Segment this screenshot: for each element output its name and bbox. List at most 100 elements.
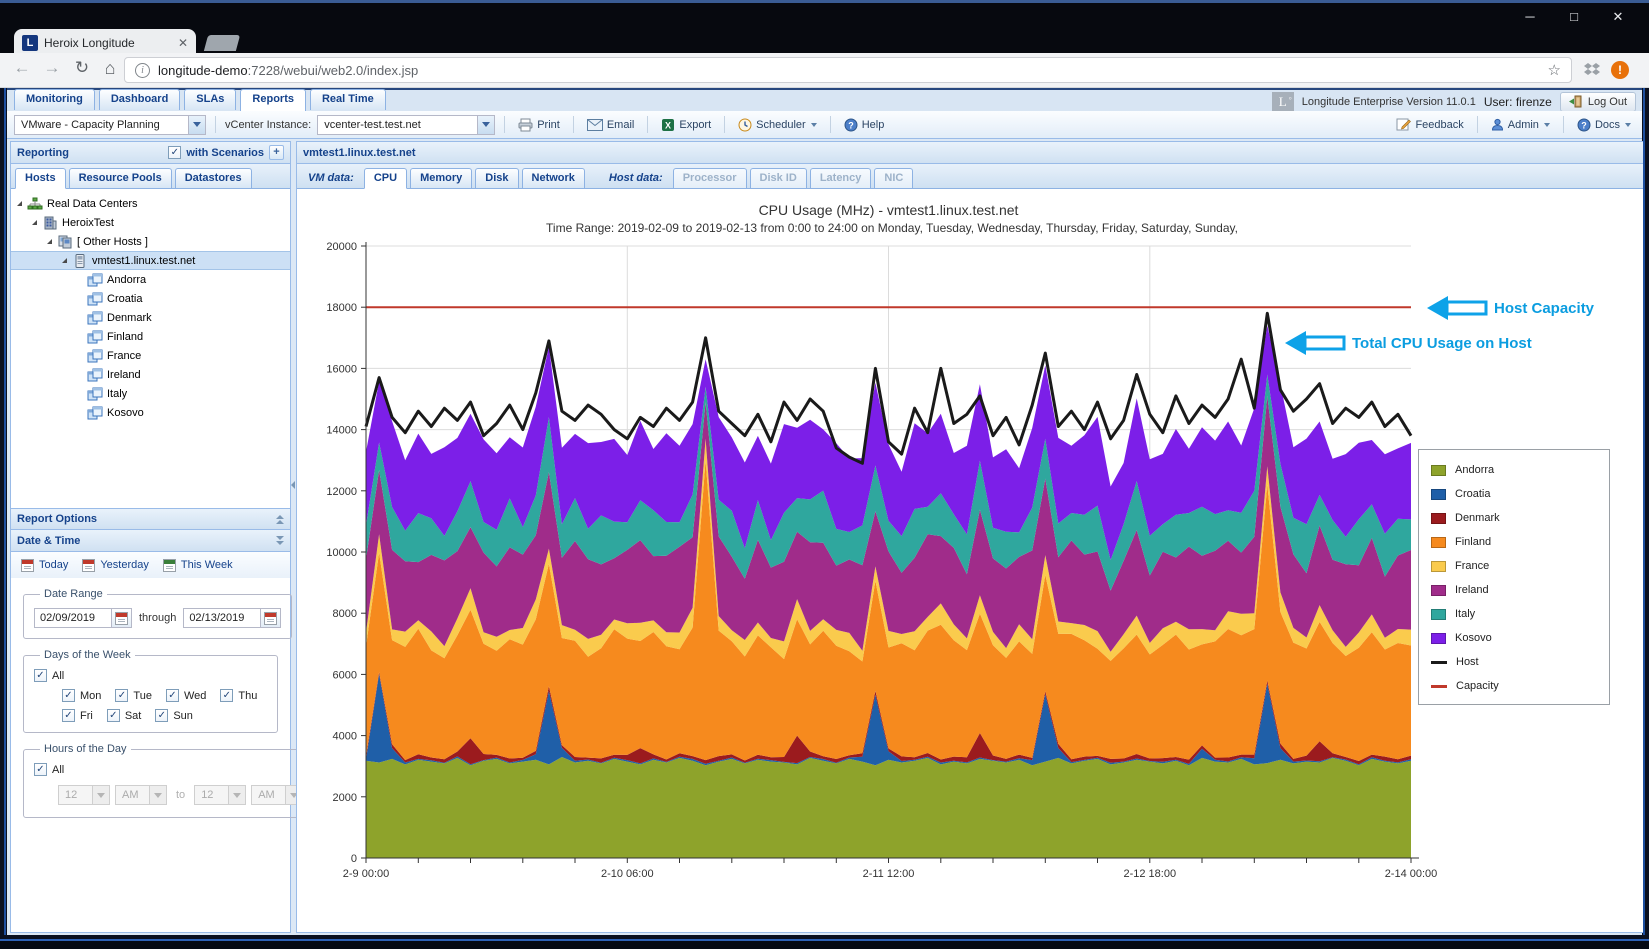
chart-subtitle: Time Range: 2019-02-09 to 2019-02-13 fro…: [317, 221, 1467, 235]
export-button[interactable]: X Export: [657, 116, 715, 134]
tree-node-heroixtest[interactable]: HeroixTest: [11, 213, 290, 232]
add-scenario-button[interactable]: +: [269, 145, 284, 160]
quick-button-yesterday[interactable]: Yesterday: [82, 559, 149, 572]
dropbox-extension-icon[interactable]: [1583, 61, 1601, 84]
date-from-input[interactable]: 02/09/2019: [34, 608, 112, 628]
extension-alert-icon[interactable]: !: [1611, 61, 1629, 79]
docs-button[interactable]: ? Docs: [1573, 116, 1635, 134]
report-options-header[interactable]: Report Options: [11, 508, 290, 530]
vm-icon: [87, 311, 103, 325]
day-sat-checkbox[interactable]: ✓: [107, 709, 120, 722]
with-scenarios-checkbox[interactable]: ✓: [168, 146, 181, 159]
vm-icon: [87, 349, 103, 363]
logout-button[interactable]: Log Out: [1560, 92, 1636, 112]
feedback-button[interactable]: Feedback: [1392, 116, 1467, 133]
day-thu-checkbox[interactable]: ✓: [220, 689, 233, 702]
vm-icon: [87, 368, 103, 382]
legend-item-italy: Italy: [1419, 602, 1609, 626]
close-icon[interactable]: ✕: [1611, 9, 1625, 25]
metric-tab-cpu[interactable]: CPU: [364, 168, 407, 189]
tree-expand-icon[interactable]: [17, 201, 22, 206]
vcenter-label: vCenter Instance:: [225, 119, 311, 131]
nav-tab-monitoring[interactable]: Monitoring: [14, 89, 95, 110]
legend-line-swatch: [1431, 685, 1447, 688]
day-wed-checkbox[interactable]: ✓: [166, 689, 179, 702]
day-label: Fri: [80, 710, 93, 722]
nav-tab-slas[interactable]: SLAs: [184, 89, 236, 110]
tree-node-ireland[interactable]: Ireland: [11, 365, 290, 384]
nav-tab-real-time[interactable]: Real Time: [310, 89, 386, 110]
home-icon[interactable]: ⌂: [98, 58, 122, 79]
url-field[interactable]: i longitude-demo:7228/webui/web2.0/index…: [124, 57, 1572, 83]
admin-button[interactable]: Admin: [1487, 116, 1554, 133]
chart-legend: AndorraCroatiaDenmarkFinlandFranceIrelan…: [1418, 449, 1610, 705]
email-button[interactable]: Email: [583, 117, 639, 133]
date-to-input[interactable]: 02/13/2019: [183, 608, 261, 628]
metric-tab-network[interactable]: Network: [522, 168, 585, 188]
refresh-icon[interactable]: ↻: [70, 58, 94, 78]
nav-tab-reports[interactable]: Reports: [240, 89, 306, 111]
excel-icon: X: [661, 118, 675, 132]
tree-node-italy[interactable]: Italy: [11, 384, 290, 403]
report-type-select[interactable]: VMware - Capacity Planning: [14, 115, 206, 135]
bookmark-star-icon[interactable]: ☆: [1548, 61, 1561, 79]
tree-spacer: [77, 334, 82, 339]
tree-node-real-data-centers[interactable]: Real Data Centers: [11, 194, 290, 213]
scheduler-button[interactable]: Scheduler: [734, 116, 821, 134]
quick-button-this-week[interactable]: This Week: [163, 559, 233, 572]
tree-node-france[interactable]: France: [11, 346, 290, 365]
tab-close-icon[interactable]: ✕: [178, 36, 188, 50]
day-mon-checkbox[interactable]: ✓: [62, 689, 75, 702]
legend-label: Finland: [1455, 536, 1491, 548]
vm-icon: [87, 387, 103, 401]
app-nav-bar: MonitoringDashboardSLAsReportsReal Time …: [7, 88, 1642, 111]
day-sun-checkbox[interactable]: ✓: [155, 709, 168, 722]
nav-tab-dashboard[interactable]: Dashboard: [99, 89, 180, 110]
collapse-up-icon[interactable]: [276, 515, 284, 524]
vcenter-instance-select[interactable]: vcenter-test.test.net: [317, 115, 495, 135]
day-tue-checkbox[interactable]: ✓: [115, 689, 128, 702]
quick-button-today[interactable]: Today: [21, 559, 68, 572]
tree-spacer: [77, 296, 82, 301]
maximize-icon[interactable]: □: [1567, 9, 1581, 25]
tree-node-kosovo[interactable]: Kosovo: [11, 403, 290, 422]
info-icon[interactable]: i: [135, 63, 150, 78]
hour-from-select: 12: [58, 785, 110, 805]
minimize-icon[interactable]: ─: [1523, 9, 1537, 25]
metric-tab-memory[interactable]: Memory: [410, 168, 472, 188]
tree-node-vmtest1-linux-test-net[interactable]: vmtest1.linux.test.net: [11, 251, 290, 270]
tree-node-croatia[interactable]: Croatia: [11, 289, 290, 308]
legend-swatch: [1431, 561, 1446, 572]
tree-expand-icon[interactable]: [62, 258, 67, 263]
metric-tab-disk[interactable]: Disk: [475, 168, 518, 188]
date-to-picker-button[interactable]: [261, 608, 281, 628]
tree-node--other-hosts-[interactable]: [ Other Hosts ]: [11, 232, 290, 251]
tree-expand-icon[interactable]: [32, 220, 37, 225]
date-time-header[interactable]: Date & Time: [11, 530, 290, 552]
tree-spacer: [77, 372, 82, 377]
sidebar-tab-hosts[interactable]: Hosts: [15, 168, 66, 189]
forward-icon[interactable]: →: [40, 58, 64, 78]
hours-all-checkbox[interactable]: ✓: [34, 763, 47, 776]
tree-expand-icon[interactable]: [47, 239, 52, 244]
tree-node-finland[interactable]: Finland: [11, 327, 290, 346]
calendar-icon: [82, 559, 95, 572]
legend-label: Kosovo: [1455, 632, 1492, 644]
back-icon[interactable]: ←: [10, 58, 34, 78]
chart-panel: vmtest1.linux.test.net VM data:CPUMemory…: [296, 141, 1644, 933]
new-tab-button[interactable]: [204, 35, 240, 51]
help-button[interactable]: ? Help: [840, 116, 889, 134]
collapse-sidebar-icon[interactable]: [291, 481, 295, 489]
sidebar-tab-datastores[interactable]: Datastores: [175, 168, 252, 188]
svg-text:18000: 18000: [326, 302, 357, 314]
day-fri-checkbox[interactable]: ✓: [62, 709, 75, 722]
collapse-down-icon[interactable]: [276, 536, 284, 545]
day-label: Tue: [133, 690, 152, 702]
sidebar-tab-resource-pools[interactable]: Resource Pools: [69, 168, 172, 188]
browser-tab[interactable]: L Heroix Longitude ✕: [14, 29, 196, 56]
tree-node-denmark[interactable]: Denmark: [11, 308, 290, 327]
days-all-checkbox[interactable]: ✓: [34, 669, 47, 682]
date-from-picker-button[interactable]: [112, 608, 132, 628]
print-button[interactable]: Print: [514, 116, 564, 134]
tree-node-andorra[interactable]: Andorra: [11, 270, 290, 289]
